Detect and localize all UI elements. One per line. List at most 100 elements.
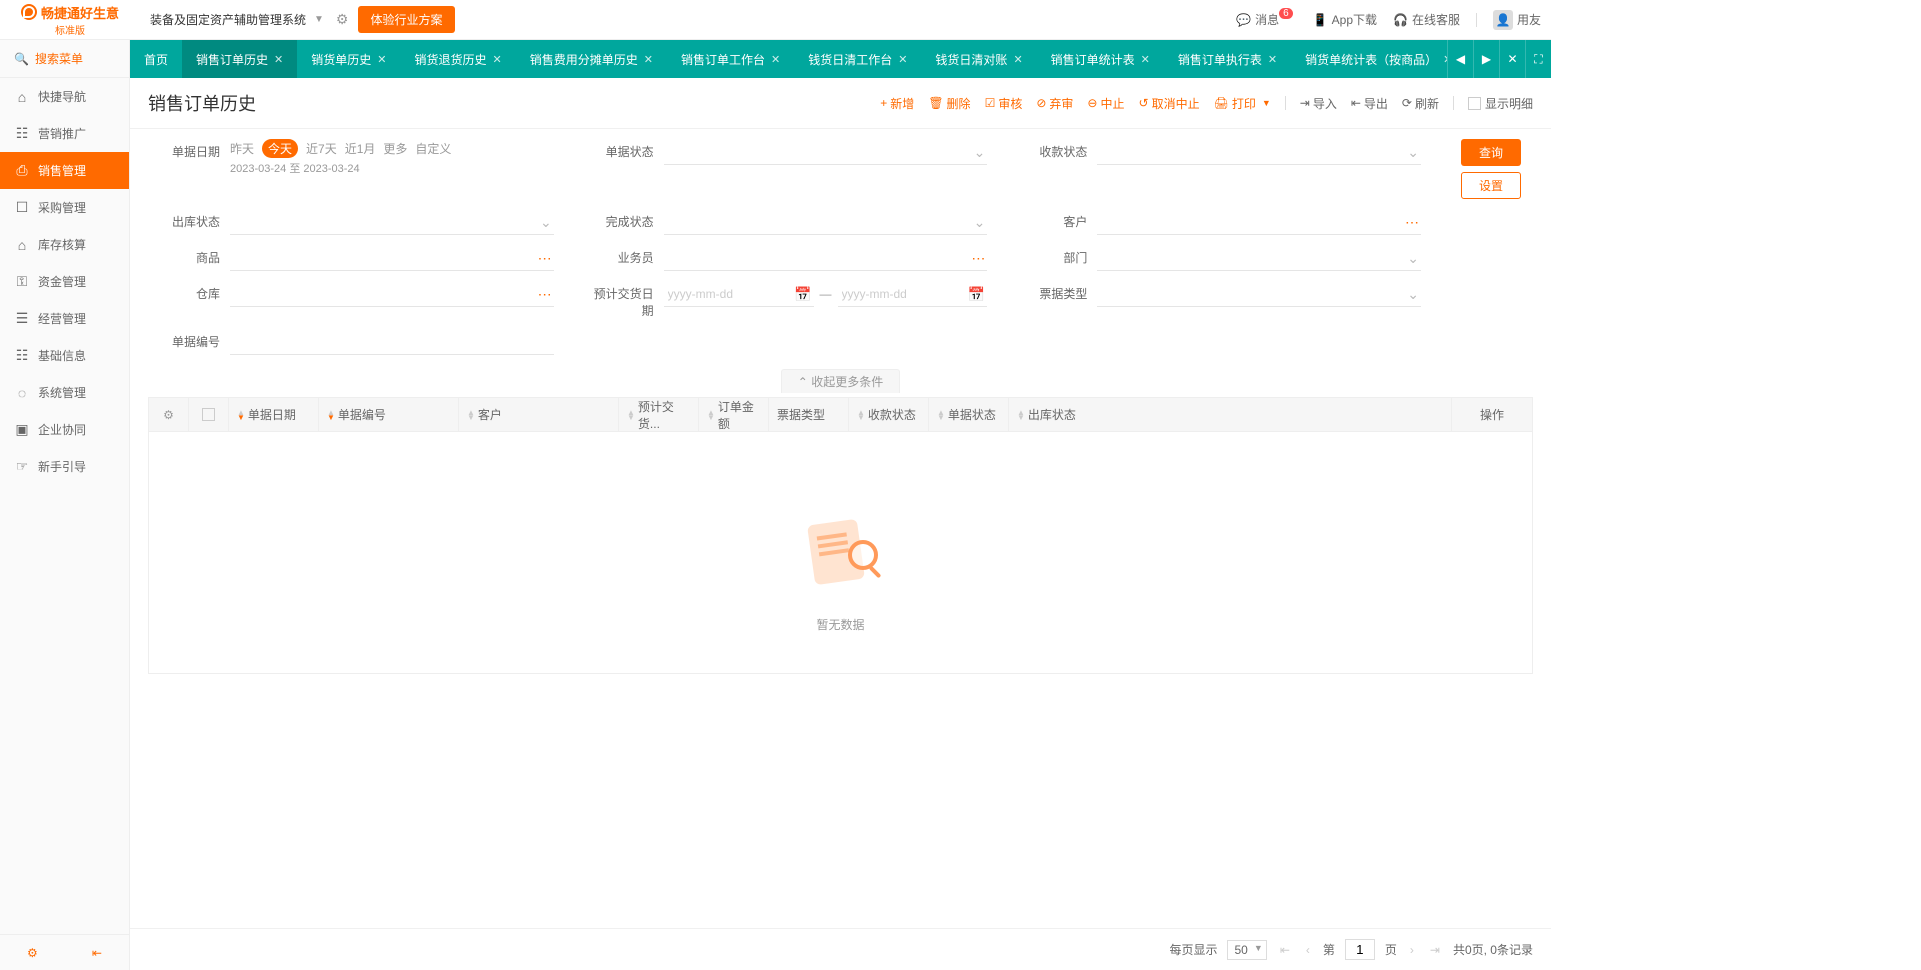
delete-button[interactable]: 🗑删除	[928, 95, 970, 112]
calendar-icon[interactable]: 📅	[794, 286, 811, 303]
import-button[interactable]: ⇥导入	[1300, 95, 1337, 112]
pay-status-select[interactable]	[1097, 139, 1421, 165]
sidebar-item-2[interactable]: ⎙销售管理	[0, 152, 129, 189]
more-icon[interactable]: ⋯	[1405, 214, 1419, 231]
online-service-link[interactable]: 🎧 在线客服	[1393, 11, 1460, 28]
th-status[interactable]: ▲▼单据状态	[929, 398, 1009, 431]
close-icon[interactable]: ✕	[274, 53, 283, 66]
tab-1[interactable]: 销货单历史✕	[297, 40, 400, 78]
industry-plan-button[interactable]: 体验行业方案	[358, 6, 454, 33]
preset-week[interactable]: 近7天	[306, 140, 337, 157]
show-detail-toggle[interactable]: 显示明细	[1468, 95, 1533, 112]
user-menu[interactable]: 👤 用友	[1493, 10, 1541, 30]
th-settings[interactable]: ⚙	[149, 398, 189, 431]
preset-today[interactable]: 今天	[262, 139, 298, 158]
collapse-sidebar-icon[interactable]: ⇤	[92, 946, 102, 960]
tab-2[interactable]: 销货退货历史✕	[400, 40, 515, 78]
tab-6[interactable]: 钱货日清对账✕	[921, 40, 1036, 78]
tab-home[interactable]: 首页	[130, 40, 182, 78]
expect-date-to[interactable]	[838, 281, 988, 307]
close-icon[interactable]: ✕	[1443, 53, 1447, 66]
sidebar-item-4[interactable]: ⌂库存核算	[0, 226, 129, 263]
close-icon[interactable]: ✕	[1141, 53, 1150, 66]
close-icon[interactable]: ✕	[1268, 53, 1277, 66]
print-button[interactable]: 🖨打印▼	[1214, 95, 1271, 112]
th-checkbox[interactable]	[189, 398, 229, 431]
page-last[interactable]: ⇥	[1427, 943, 1443, 957]
page-next[interactable]: ›	[1407, 943, 1417, 957]
new-button[interactable]: +新增	[880, 95, 914, 112]
tab-8[interactable]: 销售订单执行表✕	[1164, 40, 1291, 78]
th-out[interactable]: ▲▼出库状态	[1009, 398, 1452, 431]
tab-4[interactable]: 销售订单工作台✕	[667, 40, 794, 78]
page-input[interactable]	[1345, 939, 1375, 960]
calendar-icon[interactable]: 📅	[968, 286, 985, 303]
sidebar-item-6[interactable]: ☰经营管理	[0, 300, 129, 337]
finish-status-select[interactable]	[664, 209, 988, 235]
collapse-filters[interactable]: ⌃ 收起更多条件	[130, 365, 1551, 397]
refresh-button[interactable]: ⟳刷新	[1402, 95, 1439, 112]
th-pay[interactable]: ▲▼收款状态	[849, 398, 929, 431]
per-page-select[interactable]: 50 ▼	[1227, 940, 1266, 960]
messages-link[interactable]: 💬 消息 6	[1236, 11, 1297, 28]
dept-select[interactable]	[1097, 245, 1421, 271]
customer-input[interactable]	[1097, 209, 1421, 235]
page-first[interactable]: ⇤	[1277, 943, 1293, 957]
product-input[interactable]	[230, 245, 554, 271]
ticket-type-select[interactable]	[1097, 281, 1421, 307]
th-amount[interactable]: ▲▼订单金额	[699, 398, 769, 431]
more-icon[interactable]: ⋯	[971, 250, 985, 267]
salesman-input[interactable]	[664, 245, 988, 271]
tab-0[interactable]: 销售订单历史✕	[182, 40, 297, 78]
tab-9[interactable]: 销货单统计表（按商品）✕	[1291, 40, 1447, 78]
sidebar-item-10[interactable]: ☞新手引导	[0, 448, 129, 485]
th-date[interactable]: ▲▼单据日期	[229, 398, 319, 431]
query-button[interactable]: 查询	[1461, 139, 1521, 166]
out-status-select[interactable]	[230, 209, 554, 235]
close-icon[interactable]: ✕	[771, 53, 780, 66]
th-deliver[interactable]: ▲▼预计交货...	[619, 398, 699, 431]
export-button[interactable]: ⇤导出	[1351, 95, 1388, 112]
sidebar-item-1[interactable]: ☷营销推广	[0, 115, 129, 152]
close-icon[interactable]: ✕	[898, 53, 907, 66]
app-download-link[interactable]: 📱 App下载	[1313, 11, 1377, 28]
th-ticket[interactable]: 票据类型	[769, 398, 849, 431]
tabs-fullscreen[interactable]: ⛶	[1525, 40, 1551, 78]
tabs-scroll-left[interactable]: ◀	[1447, 40, 1473, 78]
more-icon[interactable]: ⋯	[538, 250, 552, 267]
status-select[interactable]	[664, 139, 988, 165]
close-icon[interactable]: ✕	[1013, 53, 1022, 66]
tab-7[interactable]: 销售订单统计表✕	[1037, 40, 1164, 78]
search-menu[interactable]: 🔍 搜索菜单	[0, 40, 129, 78]
tabs-scroll-right[interactable]: ▶	[1473, 40, 1499, 78]
sidebar-item-7[interactable]: ☷基础信息	[0, 337, 129, 374]
sidebar-item-0[interactable]: ⌂快捷导航	[0, 78, 129, 115]
close-icon[interactable]: ✕	[493, 53, 502, 66]
preset-custom[interactable]: 自定义	[415, 140, 451, 157]
th-customer[interactable]: ▲▼客户	[459, 398, 619, 431]
sidebar-item-5[interactable]: ⚿资金管理	[0, 263, 129, 300]
close-icon[interactable]: ✕	[644, 53, 653, 66]
abandon-button[interactable]: ⊘弃审	[1036, 95, 1073, 112]
more-icon[interactable]: ⋯	[538, 286, 552, 303]
th-code[interactable]: ▲▼单据编号	[319, 398, 459, 431]
preset-month[interactable]: 近1月	[345, 140, 376, 157]
stop-button[interactable]: ⊖中止	[1087, 95, 1124, 112]
tabs-close-all[interactable]: ✕	[1499, 40, 1525, 78]
sidebar-item-9[interactable]: ▣企业协同	[0, 411, 129, 448]
tab-5[interactable]: 钱货日清工作台✕	[794, 40, 921, 78]
tab-3[interactable]: 销售费用分摊单历史✕	[516, 40, 667, 78]
expect-date-from[interactable]	[664, 281, 814, 307]
settings-button[interactable]: 设置	[1461, 172, 1521, 199]
system-selector[interactable]: 装备及固定资产辅助管理系统 ▼	[150, 11, 324, 28]
gear-icon[interactable]: ⚙	[336, 11, 349, 28]
unstop-button[interactable]: ↺取消中止	[1139, 95, 1200, 112]
preset-yesterday[interactable]: 昨天	[230, 140, 254, 157]
sidebar-item-8[interactable]: ◌系统管理	[0, 374, 129, 411]
code-input[interactable]	[230, 329, 554, 355]
preset-more[interactable]: 更多	[383, 140, 407, 157]
warehouse-input[interactable]	[230, 281, 554, 307]
audit-button[interactable]: ☑审核	[985, 95, 1023, 112]
settings-icon[interactable]: ⚙	[27, 946, 38, 960]
close-icon[interactable]: ✕	[377, 53, 386, 66]
